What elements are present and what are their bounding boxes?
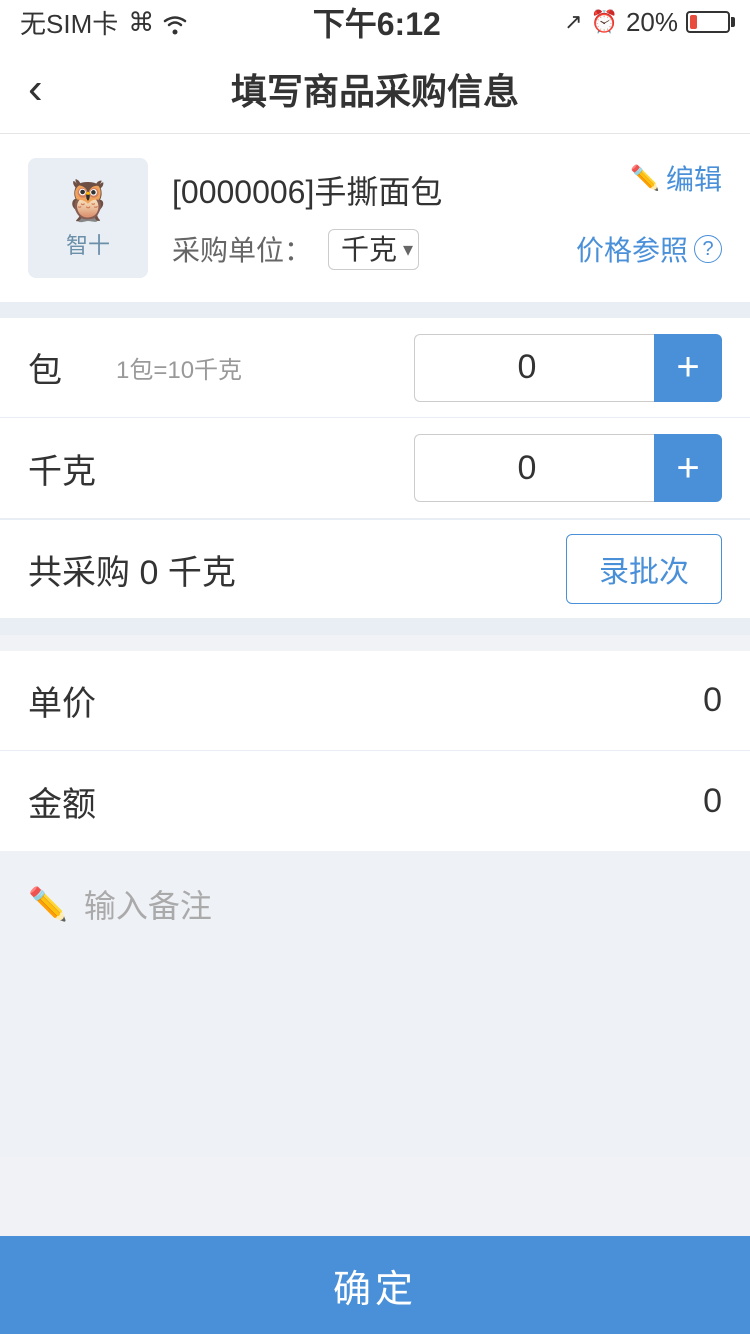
pencil-icon: ✏️ xyxy=(28,885,68,923)
nav-bar: ‹ 填写商品采购信息 xyxy=(0,44,750,134)
product-thumbnail: 🦉 智十 xyxy=(28,158,148,278)
kg-quantity-input[interactable] xyxy=(414,434,654,502)
bag-sublabel: 1包=10千克 xyxy=(116,350,242,385)
location-icon: ↗ xyxy=(564,9,582,35)
content-spacer xyxy=(0,957,750,1157)
status-left: 无SIM卡 ⌘ xyxy=(20,4,189,41)
price-ref-button[interactable]: 价格参照 ? xyxy=(576,229,722,269)
product-card: 🦉 智十 [0000006]手撕面包 采购单位： 千克 包 价格参照 ? xyxy=(0,134,750,302)
bag-quantity-input[interactable] xyxy=(414,334,654,402)
battery-icon xyxy=(686,11,730,33)
unit-select-wrap[interactable]: 千克 包 xyxy=(328,229,419,270)
bag-quantity-row: 包 1包=10千克 + xyxy=(0,318,750,418)
thumb-label: 智十 xyxy=(66,228,110,260)
amount-value: 0 xyxy=(703,782,722,821)
summary-row: 共采购 0 千克 录批次 xyxy=(0,519,750,619)
quantity-section: 包 1包=10千克 + 千克 + xyxy=(0,318,750,518)
carrier-label: 无SIM卡 xyxy=(20,4,118,41)
confirm-button[interactable]: 确定 xyxy=(0,1236,750,1334)
bag-plus-button[interactable]: + xyxy=(654,334,722,402)
unit-label: 采购单位： xyxy=(172,229,312,269)
note-placeholder: 输入备注 xyxy=(84,881,212,927)
status-time: 下午6:12 xyxy=(313,0,441,45)
unit-price-row: 单价 0 xyxy=(0,651,750,751)
note-section[interactable]: ✏️ 输入备注 xyxy=(0,851,750,957)
confirm-label: 确定 xyxy=(333,1258,417,1313)
unit-price-label: 单价 xyxy=(28,676,96,725)
unit-select[interactable]: 千克 包 xyxy=(328,229,419,270)
edit-label: 编辑 xyxy=(666,158,722,198)
summary-text: 共采购 0 千克 xyxy=(28,545,236,594)
bag-label: 包 xyxy=(28,343,108,392)
price-ref-label: 价格参照 xyxy=(576,229,688,269)
battery-percentage: 20% xyxy=(626,7,678,38)
kg-plus-button[interactable]: + xyxy=(654,434,722,502)
amount-row: 金额 0 xyxy=(0,751,750,851)
product-unit-row: 采购单位： 千克 包 价格参照 ? xyxy=(172,229,722,270)
divider-1 xyxy=(0,302,750,318)
owl-icon: 🦉 xyxy=(63,177,113,224)
unit-price-value: 0 xyxy=(703,681,722,720)
back-button[interactable]: ‹ xyxy=(28,67,43,111)
help-icon: ? xyxy=(694,235,722,263)
kg-input-group: + xyxy=(414,434,722,502)
kg-label: 千克 xyxy=(28,444,108,493)
status-bar: 无SIM卡 ⌘ 下午6:12 ↗ ⏰ 20% xyxy=(0,0,750,44)
amount-label: 金额 xyxy=(28,777,96,826)
page-title: 填写商品采购信息 xyxy=(231,63,519,115)
edit-icon: ✏️ xyxy=(630,164,660,193)
bag-input-group: + xyxy=(414,334,722,402)
kg-quantity-row: 千克 + xyxy=(0,418,750,518)
status-right: ↗ ⏰ 20% xyxy=(564,7,730,38)
wifi-icon: ⌘ xyxy=(128,7,189,38)
batch-button[interactable]: 录批次 xyxy=(566,534,722,604)
edit-button[interactable]: ✏️ 编辑 xyxy=(630,158,722,198)
price-info-section: 单价 0 金额 0 xyxy=(0,651,750,851)
alarm-icon: ⏰ xyxy=(591,9,618,35)
divider-3 xyxy=(0,619,750,635)
